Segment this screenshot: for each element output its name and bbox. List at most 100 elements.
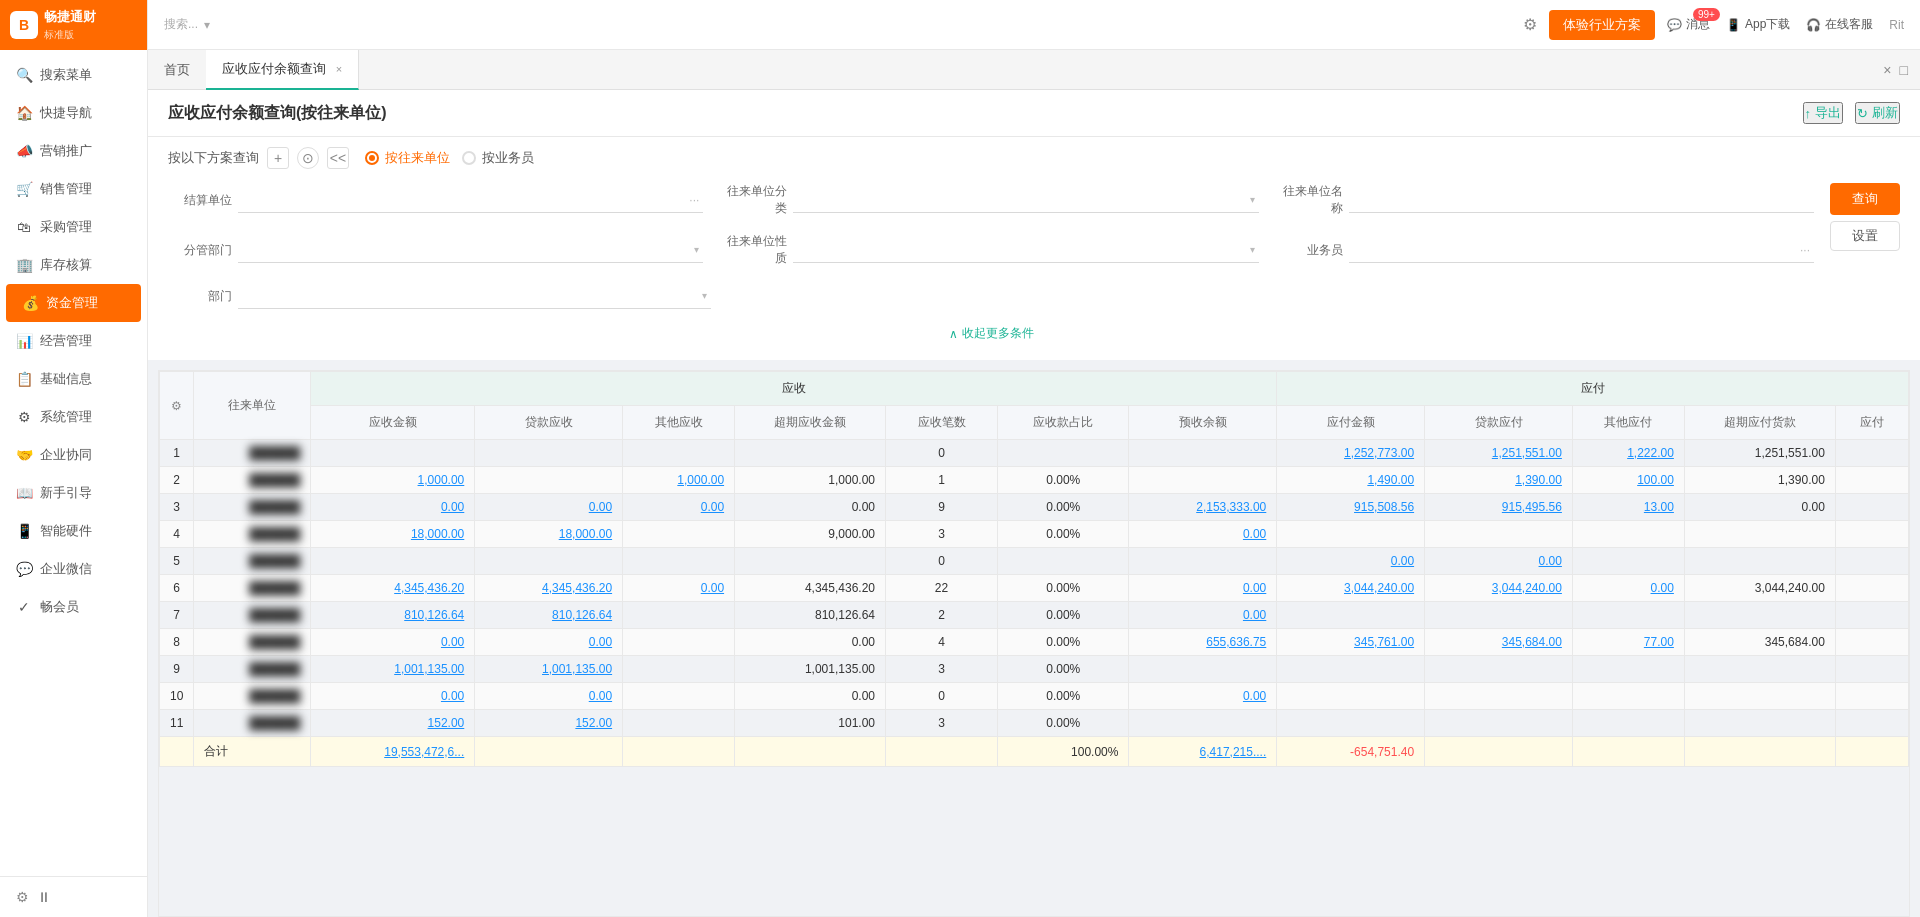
total-ys-je[interactable]: 19,553,472,6... xyxy=(311,737,475,767)
sidebar-item-inventory[interactable]: 🏢 库存核算 xyxy=(0,246,147,284)
table-cell[interactable]: 18,000.00 xyxy=(311,521,475,548)
table-cell[interactable]: 1,490.00 xyxy=(1277,467,1425,494)
table-cell[interactable]: 0.00 xyxy=(623,494,735,521)
collapse-footer-icon[interactable]: ⏸ xyxy=(37,889,51,905)
table-total-row: 合计 19,553,472,6... 100.00% 6,417,215....… xyxy=(160,737,1909,767)
topbar-message[interactable]: 💬 消息 99+ xyxy=(1667,16,1710,33)
total-ys-yu[interactable]: 6,417,215.... xyxy=(1129,737,1277,767)
filter-fenguan-control[interactable]: ▾ xyxy=(238,237,703,263)
table-cell[interactable]: 0.00 xyxy=(1277,548,1425,575)
table-cell[interactable]: 152.00 xyxy=(311,710,475,737)
table-cell[interactable]: 0.00 xyxy=(311,629,475,656)
table-cell[interactable]: 18,000.00 xyxy=(475,521,623,548)
filter-bumen-control[interactable]: ▾ xyxy=(238,283,711,309)
table-cell[interactable]: 810,126.64 xyxy=(311,602,475,629)
refresh-button[interactable]: ↻ 刷新 xyxy=(1855,102,1900,124)
sidebar-item-marketing[interactable]: 📣 营销推广 xyxy=(0,132,147,170)
table-cell[interactable]: 0.00 xyxy=(311,494,475,521)
tab-maximize-btn[interactable]: □ xyxy=(1900,62,1908,78)
topbar-online-service[interactable]: 🎧 在线客服 xyxy=(1806,16,1873,33)
table-cell[interactable]: 77.00 xyxy=(1572,629,1684,656)
table-cell[interactable]: 345,684.00 xyxy=(1425,629,1573,656)
settings-footer-icon[interactable]: ⚙ xyxy=(16,889,29,905)
table-cell[interactable]: 0.00 xyxy=(1129,521,1277,548)
table-cell[interactable]: 810,126.64 xyxy=(475,602,623,629)
table-cell[interactable]: 0.00 xyxy=(475,629,623,656)
export-button[interactable]: ↑ 导出 xyxy=(1803,102,1844,124)
table-cell[interactable]: 4,345,436.20 xyxy=(311,575,475,602)
table-cell[interactable]: 0.00 xyxy=(475,494,623,521)
table-scroll[interactable]: ⚙ 往来单位 应收 应付 应收金额 贷款应收 其他应收 超期应收金额 xyxy=(158,370,1910,917)
table-cell[interactable]: 1,001,135.00 xyxy=(311,656,475,683)
sidebar-item-sales[interactable]: 🛒 销售管理 xyxy=(0,170,147,208)
bumen-arrow-icon: ▾ xyxy=(702,290,707,301)
table-cell[interactable]: 1,000.00 xyxy=(623,467,735,494)
sidebar-item-finance[interactable]: 💰 资金管理 xyxy=(6,284,141,322)
table-cell[interactable]: 0.00 xyxy=(1425,548,1573,575)
sidebar-item-basic[interactable]: 📋 基础信息 xyxy=(0,360,147,398)
tab-home[interactable]: 首页 xyxy=(148,51,206,89)
sidebar-item-hardware[interactable]: 📱 智能硬件 xyxy=(0,512,147,550)
filter-circle-btn[interactable]: ⊙ xyxy=(297,147,319,169)
query-button[interactable]: 查询 xyxy=(1830,183,1900,215)
tab-label: 应收应付余额查询 xyxy=(222,61,326,76)
table-cell[interactable]: 915,495.56 xyxy=(1425,494,1573,521)
tab-receivable-query[interactable]: 应收应付余额查询 × xyxy=(206,50,359,90)
table-cell[interactable]: 4,345,436.20 xyxy=(475,575,623,602)
filter-arrow-btn[interactable]: << xyxy=(327,147,349,169)
filter-laiw-mingcheng-control[interactable] xyxy=(1349,187,1814,213)
sidebar-item-quick[interactable]: 🏠 快捷导航 xyxy=(0,94,147,132)
table-cell[interactable]: 0.00 xyxy=(475,683,623,710)
table-cell[interactable]: 1,001,135.00 xyxy=(475,656,623,683)
filter-collapse-btn[interactable]: ∧ 收起更多条件 xyxy=(168,317,1814,350)
table-col-settings-icon[interactable]: ⚙ xyxy=(171,399,182,413)
filter-laiw-fenlei-control[interactable]: ▾ xyxy=(793,187,1258,213)
topbar: 搜索... ▾ ⚙ 体验行业方案 💬 消息 99+ 📱 App下载 🎧 在线客服 xyxy=(148,0,1920,50)
sidebar-item-operation[interactable]: 📊 经营管理 xyxy=(0,322,147,360)
sidebar-item-search[interactable]: 🔍 搜索菜单 xyxy=(0,56,147,94)
filter-jiesuan-control[interactable]: ··· xyxy=(238,187,703,213)
sidebar-item-purchase[interactable]: 🛍 采购管理 xyxy=(0,208,147,246)
table-cell[interactable]: 0.00 xyxy=(1129,683,1277,710)
table-cell[interactable]: 915,508.56 xyxy=(1277,494,1425,521)
promo-button[interactable]: 体验行业方案 xyxy=(1549,10,1655,40)
set-button[interactable]: 设置 xyxy=(1830,221,1900,251)
table-cell[interactable]: 0.00 xyxy=(1129,575,1277,602)
filter-scheme-label: 按以下方案查询 xyxy=(168,149,259,167)
table-cell[interactable]: 655,636.75 xyxy=(1129,629,1277,656)
table-cell[interactable]: 0.00 xyxy=(1572,575,1684,602)
topbar-app-download[interactable]: 📱 App下载 xyxy=(1726,16,1790,33)
table-cell[interactable]: 2,153,333.00 xyxy=(1129,494,1277,521)
table-cell[interactable]: 0.00 xyxy=(311,683,475,710)
sidebar-item-member[interactable]: ✓ 畅会员 xyxy=(0,588,147,626)
table-cell[interactable]: 1,251,551.00 xyxy=(1425,440,1573,467)
filter-yewuyuan-control[interactable]: ··· xyxy=(1349,237,1814,263)
filter-laiw-xingzhi-control[interactable]: ▾ xyxy=(793,237,1258,263)
sidebar-item-enterprise[interactable]: 🤝 企业协同 xyxy=(0,436,147,474)
table-cell[interactable]: 13.00 xyxy=(1572,494,1684,521)
topbar-settings-icon[interactable]: ⚙ xyxy=(1523,15,1537,34)
view-option-unit-label: 按往来单位 xyxy=(385,149,450,167)
table-cell[interactable]: 3,044,240.00 xyxy=(1425,575,1573,602)
filter-add-btn[interactable]: + xyxy=(267,147,289,169)
table-cell[interactable]: 152.00 xyxy=(475,710,623,737)
table-cell[interactable]: 1,222.00 xyxy=(1572,440,1684,467)
view-option-unit[interactable]: 按往来单位 xyxy=(365,149,450,167)
table-cell[interactable]: 0.00 xyxy=(1129,602,1277,629)
table-cell[interactable]: 1,000.00 xyxy=(311,467,475,494)
sidebar-item-wechat[interactable]: 💬 企业微信 xyxy=(0,550,147,588)
topbar-user[interactable]: Rit xyxy=(1889,18,1904,32)
sidebar-item-system[interactable]: ⚙ 系统管理 xyxy=(0,398,147,436)
table-cell[interactable]: 100.00 xyxy=(1572,467,1684,494)
table-cell[interactable]: 345,761.00 xyxy=(1277,629,1425,656)
table-cell[interactable]: 0.00 xyxy=(623,575,735,602)
view-option-business[interactable]: 按业务员 xyxy=(462,149,534,167)
tab-close-icon[interactable]: × xyxy=(336,63,342,75)
table-cell[interactable]: 3,044,240.00 xyxy=(1277,575,1425,602)
table-cell[interactable]: 1,252,773.00 xyxy=(1277,440,1425,467)
tab-close-window-btn[interactable]: × xyxy=(1883,62,1891,78)
table-cell[interactable]: 1,390.00 xyxy=(1425,467,1573,494)
sidebar-guide-icon: 📖 xyxy=(16,485,32,501)
table-cell xyxy=(623,710,735,737)
sidebar-item-guide[interactable]: 📖 新手引导 xyxy=(0,474,147,512)
